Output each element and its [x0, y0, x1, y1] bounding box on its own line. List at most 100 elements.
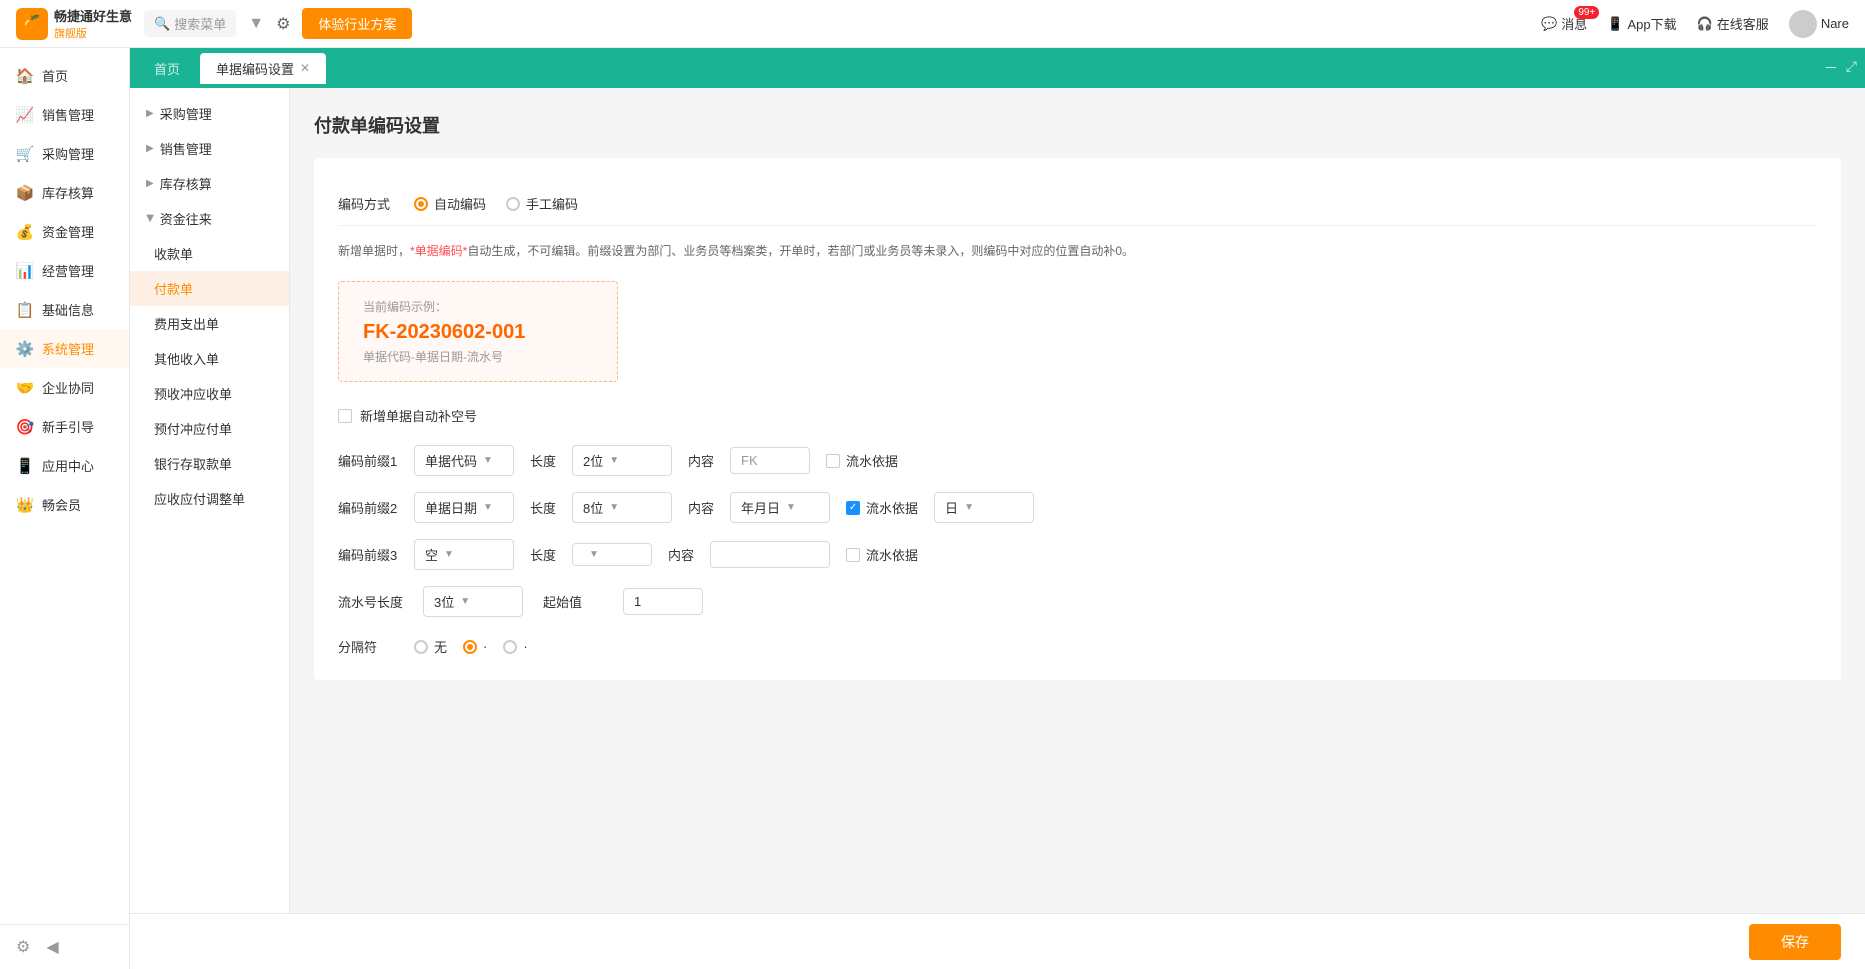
sub-menu: ▶ 采购管理 ▶ 销售管理 ▶ 库存核算 — [130, 88, 290, 913]
sidebar-item-vip[interactable]: 👑 畅会员 — [0, 485, 129, 524]
prefix2-content-select[interactable]: 年月日 ▼ — [730, 492, 830, 523]
sub-item-advance-payment[interactable]: 预付冲应付单 — [130, 411, 289, 446]
sub-header-inventory[interactable]: ▶ 库存核算 — [130, 166, 289, 201]
info-text: 新增单据时，*单据编码*自动生成，不可编辑。前缀设置为部门、业务员等档案类，开单… — [338, 242, 1817, 261]
sidebar-item-guide[interactable]: 🎯 新手引导 — [0, 407, 129, 446]
sub-group-purchase: ▶ 采购管理 — [130, 96, 289, 131]
prefix2-unit-arrow-icon: ▼ — [964, 502, 974, 513]
prefix2-cb-icon: ✓ — [846, 501, 860, 515]
app-download-button[interactable]: 📱 App下载 — [1607, 14, 1676, 33]
prefix2-arrow-icon: ▼ — [483, 502, 493, 513]
prefix2-select[interactable]: 单据日期 ▼ — [414, 492, 514, 523]
search-menu-input[interactable]: 🔍 搜索菜单 — [144, 10, 236, 37]
encoding-method-label: 编码方式 — [338, 194, 390, 213]
sidebar-nav: 🏠 首页 📈 销售管理 🛒 采购管理 📦 库存核算 💰 资金管理 📊 经 — [0, 48, 129, 924]
service-icon: 🎧 — [1697, 16, 1713, 32]
auto-fill-label: 新增单据自动补空号 — [360, 406, 477, 425]
arrow-icon: ▶ — [146, 108, 154, 119]
prefix2-serial-checkbox[interactable]: ✓ 流水依据 — [846, 498, 918, 517]
sub-item-receipt[interactable]: 收款单 — [130, 236, 289, 271]
prefix2-length-select[interactable]: 8位 ▼ — [572, 492, 672, 523]
auto-code-radio[interactable]: 自动编码 — [414, 194, 486, 213]
auto-fill-checkbox[interactable] — [338, 409, 352, 423]
sep-none-radio[interactable]: 无 — [414, 637, 447, 656]
prefix3-content-input[interactable] — [710, 541, 830, 568]
sub-item-payment[interactable]: 付款单 — [130, 271, 289, 306]
sep-dot-radio[interactable]: · — [463, 639, 487, 654]
sidebar-item-inventory[interactable]: 📦 库存核算 — [0, 173, 129, 212]
example-code: FK-20230602-001 — [363, 321, 593, 344]
arrow-down-icon: ▶ — [144, 215, 155, 223]
sub-item-other-income[interactable]: 其他收入单 — [130, 341, 289, 376]
tab-serial-code[interactable]: 单据编码设置 ✕ — [200, 53, 326, 84]
settings-bottom-icon[interactable]: ⚙ — [16, 937, 30, 957]
prefix2-serial-unit-select[interactable]: 日 ▼ — [934, 492, 1034, 523]
sep-dot2 — [503, 640, 517, 654]
logo-area: 🍊 畅捷通好生意 旗舰版 — [16, 6, 132, 41]
prefix3-length-select[interactable]: ▼ — [572, 543, 652, 566]
prefix2-length-label: 长度 — [530, 498, 556, 517]
tab-minimize-icon[interactable]: － — [1824, 58, 1838, 78]
sidebar-item-appcenter[interactable]: 📱 应用中心 — [0, 446, 129, 485]
enterprise-icon: 🤝 — [16, 379, 34, 397]
finance-icon: 💰 — [16, 223, 34, 241]
arrow-icon: ▶ — [146, 143, 154, 154]
sidebar-item-sales[interactable]: 📈 销售管理 — [0, 95, 129, 134]
start-value-label: 起始值 — [543, 592, 603, 611]
prefix3-serial-checkbox[interactable]: 流水依据 — [846, 545, 918, 564]
sidebar-item-system[interactable]: ⚙️ 系统管理 — [0, 329, 129, 368]
start-value-input[interactable] — [623, 588, 703, 615]
serial-length-label: 流水号长度 — [338, 592, 403, 611]
sidebar-item-basic[interactable]: 📋 基础信息 — [0, 290, 129, 329]
sidebar-item-operation[interactable]: 📊 经营管理 — [0, 251, 129, 290]
download-icon: 📱 — [1607, 16, 1623, 32]
manual-code-radio[interactable]: 手工编码 — [506, 194, 578, 213]
sub-item-expense[interactable]: 费用支出单 — [130, 306, 289, 341]
sidebar-item-enterprise[interactable]: 🤝 企业协同 — [0, 368, 129, 407]
prefix2-content-label: 内容 — [688, 498, 714, 517]
prefix1-length-select[interactable]: 2位 ▼ — [572, 445, 672, 476]
chevron-down-icon[interactable]: ▼ — [248, 15, 264, 33]
logo-text: 畅捷通好生意 旗舰版 — [54, 6, 132, 41]
collapse-icon[interactable]: ◀ — [46, 937, 58, 957]
sub-header-capital[interactable]: ▶ 资金往来 — [130, 201, 289, 236]
sidebar-item-home[interactable]: 🏠 首页 — [0, 56, 129, 95]
prefix1-content-input[interactable] — [730, 447, 810, 474]
message-button[interactable]: 💬 消息 99+ — [1541, 14, 1587, 33]
settings-gear-icon[interactable]: ⚙ — [276, 14, 290, 34]
tab-close-icon[interactable]: ✕ — [300, 61, 310, 75]
home-icon: 🏠 — [16, 67, 34, 85]
prefix1-content-label: 内容 — [688, 451, 714, 470]
sub-header-purchase[interactable]: ▶ 采购管理 — [130, 96, 289, 131]
auto-code-dot — [414, 197, 428, 211]
header-right: 💬 消息 99+ 📱 App下载 🎧 在线客服 Nare — [1541, 10, 1849, 38]
message-icon: 💬 — [1541, 16, 1557, 32]
serial-length-arrow-icon: ▼ — [460, 596, 470, 607]
tab-expand-icon[interactable]: ⤢ — [1846, 58, 1857, 78]
prefix2-row: 编码前缀2 单据日期 ▼ 长度 8位 ▼ 内容 年月日 — [338, 492, 1817, 523]
sub-item-bank[interactable]: 银行存取款单 — [130, 446, 289, 481]
prefix1-serial-checkbox[interactable]: 流水依据 — [826, 451, 898, 470]
trial-button[interactable]: 体验行业方案 — [302, 8, 412, 39]
prefix3-select[interactable]: 空 ▼ — [414, 539, 514, 570]
avatar-image — [1789, 10, 1817, 38]
user-avatar[interactable]: Nare — [1789, 10, 1849, 38]
save-button[interactable]: 保存 — [1749, 924, 1841, 960]
sub-item-adjustment[interactable]: 应收应付调整单 — [130, 481, 289, 516]
operation-icon: 📊 — [16, 262, 34, 280]
sidebar-item-purchase[interactable]: 🛒 采购管理 — [0, 134, 129, 173]
guide-icon: 🎯 — [16, 418, 34, 436]
prefix1-label: 编码前缀1 — [338, 451, 398, 470]
tab-home[interactable]: 首页 — [138, 53, 196, 84]
prefix1-select[interactable]: 单据代码 ▼ — [414, 445, 514, 476]
appcenter-icon: 📱 — [16, 457, 34, 475]
sub-header-sales[interactable]: ▶ 销售管理 — [130, 131, 289, 166]
sep-dot2-radio[interactable]: · — [503, 639, 527, 654]
example-desc: 单据代码-单据日期-流水号 — [363, 348, 593, 365]
online-service-button[interactable]: 🎧 在线客服 — [1697, 14, 1769, 33]
serial-length-select[interactable]: 3位 ▼ — [423, 586, 523, 617]
sidebar-item-finance[interactable]: 💰 资金管理 — [0, 212, 129, 251]
example-label: 当前编码示例： — [363, 298, 593, 315]
prefix2-content-arrow-icon: ▼ — [786, 502, 796, 513]
sub-item-advance-receipt[interactable]: 预收冲应收单 — [130, 376, 289, 411]
